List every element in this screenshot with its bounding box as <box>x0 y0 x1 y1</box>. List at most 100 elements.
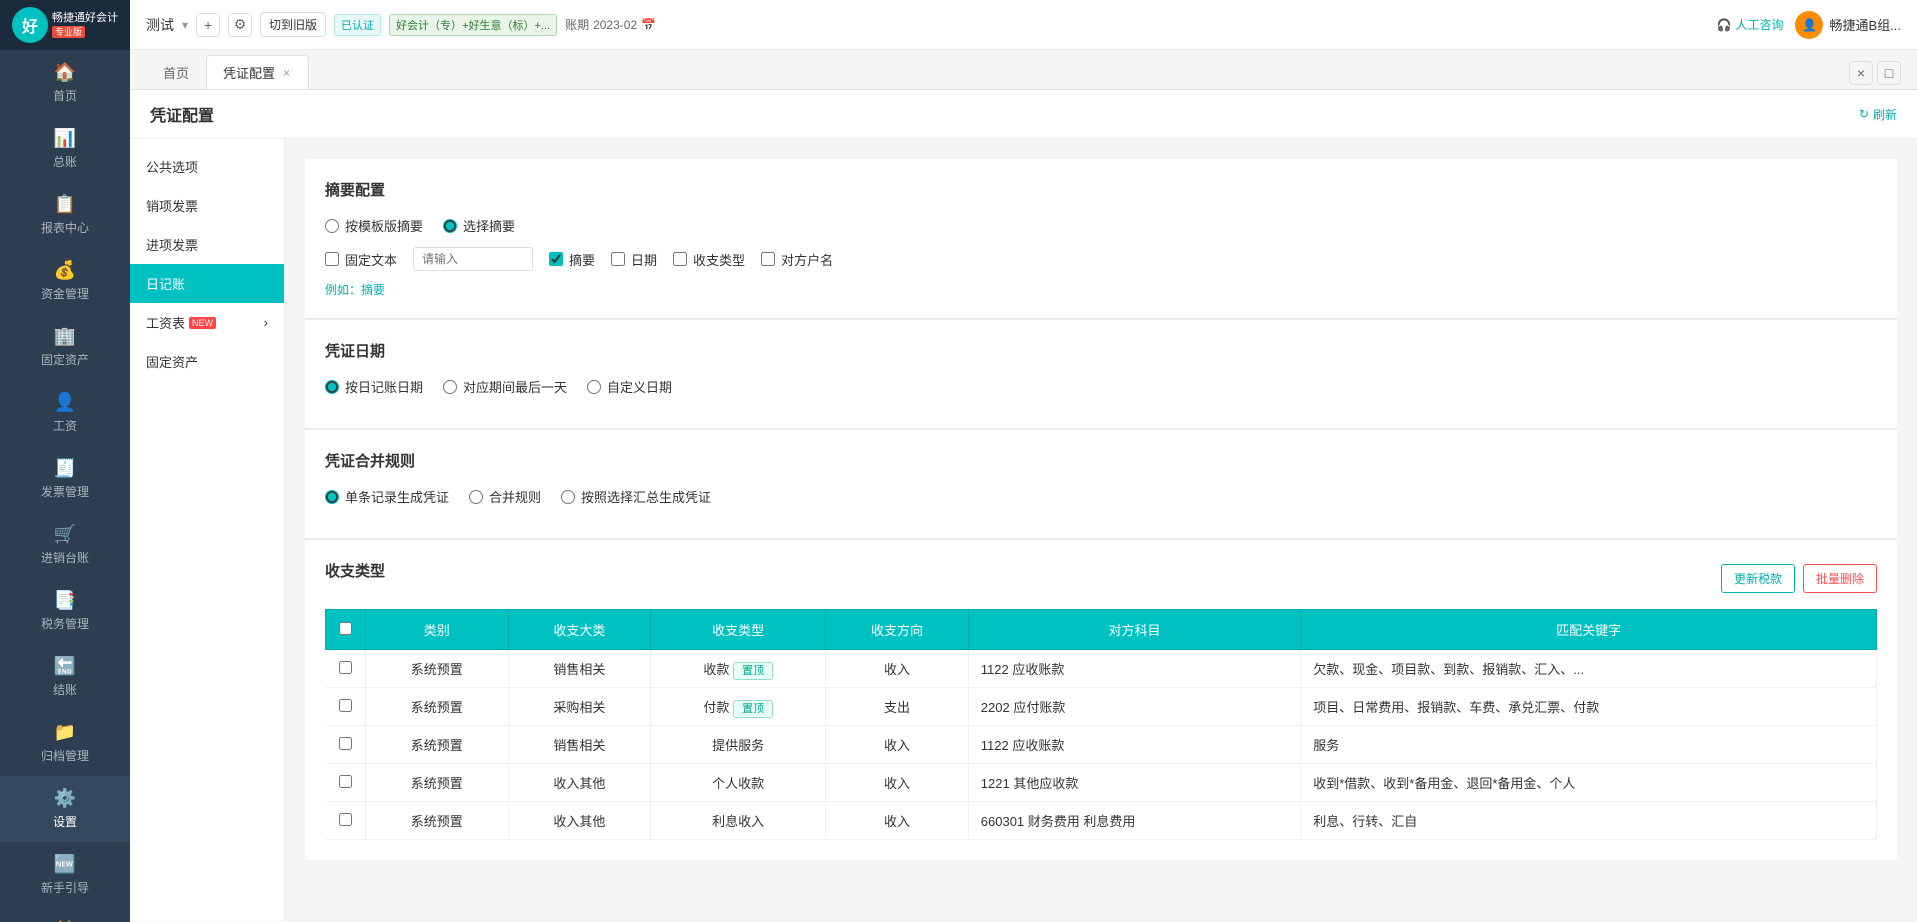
row-keywords: 收到*借款、收到*备用金、退回*备用金、个人 <box>1301 764 1877 802</box>
calendar-icon[interactable]: 📅 <box>641 18 656 32</box>
merge-section-title: 凭证合并规则 <box>325 450 1877 471</box>
radio-custom-date[interactable]: 自定义日期 <box>587 377 672 396</box>
nav-icon: 💰 <box>54 260 76 281</box>
row-major: 收入其他 <box>508 764 651 802</box>
row-major: 销售相关 <box>508 726 651 764</box>
row-checkbox[interactable] <box>339 737 352 750</box>
content-layout: 公共选项销项发票进项发票日记账工资表NEW›固定资产 摘要配置 按模板版摘要 <box>130 139 1917 921</box>
settings-icon[interactable]: ⚙ <box>228 13 252 37</box>
sidebar-item-结账[interactable]: 🔚结账 <box>0 644 130 710</box>
left-nav-label: 日记账 <box>146 274 185 293</box>
sidebar-item-总账[interactable]: 📊总账 <box>0 116 130 182</box>
row-checkbox[interactable] <box>339 813 352 826</box>
left-nav-label: 公共选项 <box>146 157 198 176</box>
sidebar-item-设置[interactable]: ⚙️设置 <box>0 776 130 842</box>
tab-home[interactable]: 首页 <box>146 55 206 89</box>
radio-select-summary[interactable]: 选择摘要 <box>443 216 515 235</box>
checkbox-summary[interactable]: 摘要 <box>549 250 595 269</box>
date-radio-group: 按日记账日期 对应期间最后一天 自定义日期 <box>325 377 1877 396</box>
user-menu[interactable]: 👤 畅捷通B组... <box>1795 11 1901 39</box>
summary-section-title: 摘要配置 <box>325 179 1877 200</box>
help-button[interactable]: 🎧 人工咨询 <box>1717 16 1784 33</box>
date-section: 凭证日期 按日记账日期 对应期间最后一天 <box>305 320 1897 429</box>
tab-voucher-config[interactable]: 凭证配置 × <box>206 55 309 89</box>
row-checkbox-cell <box>326 802 366 840</box>
sidebar-item-发票管理[interactable]: 🧾发票管理 <box>0 446 130 512</box>
row-checkbox-cell <box>326 650 366 688</box>
top-tag[interactable]: 置顶 <box>733 700 773 718</box>
sidebar-item-资金管理[interactable]: 💰资金管理 <box>0 248 130 314</box>
nav-icon: 📑 <box>54 590 76 611</box>
fixed-text-input[interactable] <box>413 247 533 271</box>
row-direction: 收入 <box>826 726 969 764</box>
add-button[interactable]: + <box>196 13 220 37</box>
window-max-button[interactable]: □ <box>1877 61 1901 85</box>
refresh-button[interactable]: ↻ 刷新 <box>1859 106 1897 123</box>
sidebar-item-进销台账[interactable]: 🛒进销台账 <box>0 512 130 578</box>
col-account: 对方科目 <box>968 610 1300 650</box>
left-nav-item-销项发票[interactable]: 销项发票 <box>130 186 284 225</box>
left-nav-item-工资表[interactable]: 工资表NEW› <box>130 303 284 342</box>
update-tax-button[interactable]: 更新税款 <box>1721 564 1795 593</box>
summary-radio-group: 按模板版摘要 选择摘要 <box>325 216 1877 235</box>
switch-old-version-button[interactable]: 切到旧版 <box>260 12 326 37</box>
radio-daily-date[interactable]: 按日记账日期 <box>325 377 423 396</box>
batch-delete-button[interactable]: 批量删除 <box>1803 564 1877 593</box>
nav-icon: 👤 <box>54 392 76 413</box>
row-direction: 支出 <box>826 688 969 726</box>
row-type: 收款 置顶 <box>651 650 826 688</box>
sidebar-item-税务管理[interactable]: 📑 税务管理 <box>0 578 130 644</box>
radio-summary-generate[interactable]: 按照选择汇总生成凭证 <box>561 487 711 506</box>
window-close-button[interactable]: × <box>1849 61 1873 85</box>
logo: 好 畅捷通好会计 专业版 <box>0 0 130 50</box>
sidebar-navigation: 🏠首页📊总账📋报表中心💰资金管理🏢固定资产👤工资🧾发票管理🛒进销台账 📑 税务管理 🔚… <box>0 50 130 922</box>
row-type: 提供服务 <box>651 726 826 764</box>
row-category: 系统预置 <box>366 764 509 802</box>
top-tag[interactable]: 置顶 <box>733 662 773 680</box>
row-checkbox[interactable] <box>339 661 352 674</box>
chevron-right-icon: › <box>264 315 268 330</box>
radio-template-summary[interactable]: 按模板版摘要 <box>325 216 423 235</box>
checkbox-income-type[interactable]: 收支类型 <box>673 250 745 269</box>
sidebar-item-固定资产[interactable]: 🏢固定资产 <box>0 314 130 380</box>
row-checkbox-cell <box>326 726 366 764</box>
dropdown-arrow-icon[interactable]: ▾ <box>182 18 188 32</box>
checkbox-counterparty[interactable]: 对方户名 <box>761 250 833 269</box>
row-keywords: 利息、行转、汇自 <box>1301 802 1877 840</box>
col-direction: 收支方向 <box>826 610 969 650</box>
col-major: 收支大类 <box>508 610 651 650</box>
checkbox-fixed-text[interactable]: 固定文本 <box>325 250 397 269</box>
select-all-checkbox[interactable] <box>339 622 352 635</box>
row-checkbox[interactable] <box>339 699 352 712</box>
checkbox-date[interactable]: 日期 <box>611 250 657 269</box>
sidebar-item-label: 新手引导 <box>41 879 89 896</box>
topbar-right: 🎧 人工咨询 👤 畅捷通B组... <box>1717 11 1901 39</box>
page-title: 凭证配置 <box>150 102 214 126</box>
income-expense-table: 类别 收支大类 收支类型 收支方向 对方科目 匹配关键字 <box>325 609 1877 840</box>
left-nav-item-日记账[interactable]: 日记账 <box>130 264 284 303</box>
col-keywords: 匹配关键字 <box>1301 610 1877 650</box>
left-nav-item-固定资产[interactable]: 固定资产 <box>130 342 284 381</box>
left-nav-item-进项发票[interactable]: 进项发票 <box>130 225 284 264</box>
row-type: 利息收入 <box>651 802 826 840</box>
row-checkbox[interactable] <box>339 775 352 788</box>
sidebar-item-报表中心[interactable]: 📋报表中心 <box>0 182 130 248</box>
sidebar-item-畅会员[interactable]: 👑畅会员 <box>0 908 130 922</box>
sidebar-item-归档管理[interactable]: 📁归档管理 <box>0 710 130 776</box>
nav-icon: ⚙️ <box>54 788 76 809</box>
radio-period-end[interactable]: 对应期间最后一天 <box>443 377 567 396</box>
radio-single-voucher[interactable]: 单条记录生成凭证 <box>325 487 449 506</box>
sidebar-item-label: 税务管理 <box>41 615 89 632</box>
row-type: 付款 置顶 <box>651 688 826 726</box>
tab-close-icon[interactable]: × <box>281 64 292 82</box>
left-nav-item-公共选项[interactable]: 公共选项 <box>130 147 284 186</box>
row-keywords: 服务 <box>1301 726 1877 764</box>
right-content: 摘要配置 按模板版摘要 选择摘要 <box>285 139 1917 921</box>
sidebar-item-工资[interactable]: 👤工资 <box>0 380 130 446</box>
row-major: 销售相关 <box>508 650 651 688</box>
sidebar-item-首页[interactable]: 🏠首页 <box>0 50 130 116</box>
row-account: 2202 应付账款 <box>968 688 1300 726</box>
nav-icon: 📋 <box>54 194 76 215</box>
radio-merge-rule[interactable]: 合并规则 <box>469 487 541 506</box>
sidebar-item-新手引导[interactable]: 🆕新手引导 <box>0 842 130 908</box>
